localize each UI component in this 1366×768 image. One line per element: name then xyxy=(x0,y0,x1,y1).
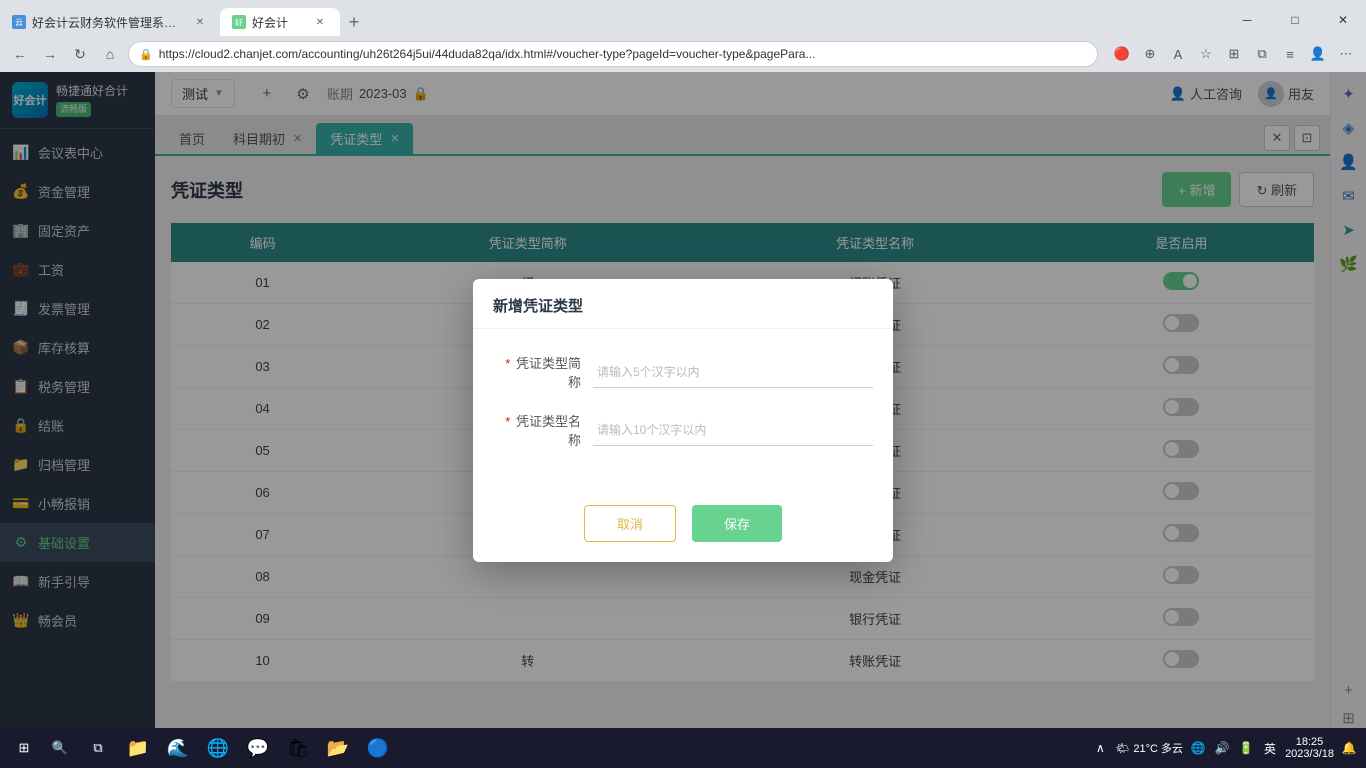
star-icon[interactable]: ☆ xyxy=(1194,42,1218,66)
language-indicator[interactable]: 英 xyxy=(1261,739,1279,757)
split-view-icon[interactable]: ⧉ xyxy=(1250,42,1274,66)
modal-overlay: 新增凭证类型 * 凭证类型简称 * 凭证类型名称 取消 保存 xyxy=(0,72,1366,768)
clock-date: 2023/3/18 xyxy=(1285,748,1334,760)
new-voucher-type-modal: 新增凭证类型 * 凭证类型简称 * 凭证类型名称 取消 保存 xyxy=(473,279,893,562)
file-explorer-taskbar[interactable]: 📁 xyxy=(120,730,156,766)
tab-favicon-2: 好 xyxy=(232,15,246,29)
weather-info: 🌤 21°C 多云 xyxy=(1115,740,1183,756)
tab-title-2: 好会计 xyxy=(252,14,306,31)
form-row-abbr: * 凭证类型简称 xyxy=(493,353,873,391)
reload-button[interactable]: ↻ xyxy=(68,42,92,66)
chrome-taskbar[interactable]: 🌐 xyxy=(200,730,236,766)
minimize-button[interactable]: ─ xyxy=(1224,4,1270,36)
maximize-button[interactable]: □ xyxy=(1272,4,1318,36)
taskbar: ⊞ 🔍 ⧉ 📁 🌊 🌐 💬 🛍 📂 🔵 ∧ 🌤 21°C 多云 🌐 🔊 🔋 英 … xyxy=(0,728,1366,768)
chevron-tray-icon[interactable]: ∧ xyxy=(1091,739,1109,757)
taskview-button[interactable]: ⧉ xyxy=(80,730,116,766)
sound-icon[interactable]: 🔊 xyxy=(1213,739,1231,757)
taskbar-right: ∧ 🌤 21°C 多云 🌐 🔊 🔋 英 18:25 2023/3/18 🔔 xyxy=(1091,736,1358,760)
clock-time: 18:25 xyxy=(1296,736,1324,748)
files-taskbar[interactable]: 📂 xyxy=(320,730,356,766)
browser-tab-2[interactable]: 好 好会计 ✕ xyxy=(220,8,340,36)
save-button[interactable]: 保存 xyxy=(692,505,782,542)
name-label: * 凭证类型名称 xyxy=(493,411,593,449)
user-profile-icon[interactable]: 👤 xyxy=(1306,42,1330,66)
weather-text: 21°C 多云 xyxy=(1133,740,1183,756)
name-input[interactable] xyxy=(593,414,873,446)
store-taskbar[interactable]: 🛍 xyxy=(280,730,316,766)
home-button[interactable]: ⌂ xyxy=(98,42,122,66)
collections-icon[interactable]: ≡ xyxy=(1278,42,1302,66)
abbr-label: * 凭证类型简称 xyxy=(493,353,593,391)
security-icon[interactable]: 🔴 xyxy=(1110,42,1134,66)
close-tab-1[interactable]: ✕ xyxy=(192,14,208,30)
search-button[interactable]: 🔍 xyxy=(44,732,76,764)
edge-taskbar[interactable]: 🌊 xyxy=(160,730,196,766)
url-text: https://cloud2.chanjet.com/accounting/uh… xyxy=(159,47,1087,61)
tab-title-1: 好会计云财务软件管理系统_会计 xyxy=(32,14,186,31)
close-button[interactable]: ✕ xyxy=(1320,4,1366,36)
font-icon[interactable]: A xyxy=(1166,42,1190,66)
wechat-taskbar[interactable]: 💬 xyxy=(240,730,276,766)
modal-footer: 取消 保存 xyxy=(473,493,893,562)
tab-favicon-1: 云 xyxy=(12,15,26,29)
menu-icon[interactable]: ⋯ xyxy=(1334,42,1358,66)
weather-icon: 🌤 xyxy=(1115,742,1129,755)
clock[interactable]: 18:25 2023/3/18 xyxy=(1285,736,1334,760)
browser-taskbar[interactable]: 🔵 xyxy=(360,730,396,766)
abbr-input[interactable] xyxy=(593,356,873,388)
forward-button[interactable]: → xyxy=(38,42,62,66)
lock-icon: 🔒 xyxy=(139,48,153,61)
modal-header: 新增凭证类型 xyxy=(473,279,893,329)
back-button[interactable]: ← xyxy=(8,42,32,66)
notifications-icon[interactable]: 🔔 xyxy=(1340,739,1358,757)
modal-body: * 凭证类型简称 * 凭证类型名称 xyxy=(473,329,893,493)
close-tab-2[interactable]: ✕ xyxy=(312,14,328,30)
start-button[interactable]: ⊞ xyxy=(8,732,40,764)
form-row-name: * 凭证类型名称 xyxy=(493,411,873,449)
address-bar[interactable]: 🔒 https://cloud2.chanjet.com/accounting/… xyxy=(128,41,1098,67)
bookmark-icon[interactable]: ⊕ xyxy=(1138,42,1162,66)
browser-tab-1[interactable]: 云 好会计云财务软件管理系统_会计 ✕ xyxy=(0,8,220,36)
puzzle-icon[interactable]: ⊞ xyxy=(1222,42,1246,66)
cancel-button[interactable]: 取消 xyxy=(584,505,676,542)
network-icon[interactable]: 🌐 xyxy=(1189,739,1207,757)
new-tab-button[interactable]: + xyxy=(340,8,368,36)
battery-icon[interactable]: 🔋 xyxy=(1237,739,1255,757)
